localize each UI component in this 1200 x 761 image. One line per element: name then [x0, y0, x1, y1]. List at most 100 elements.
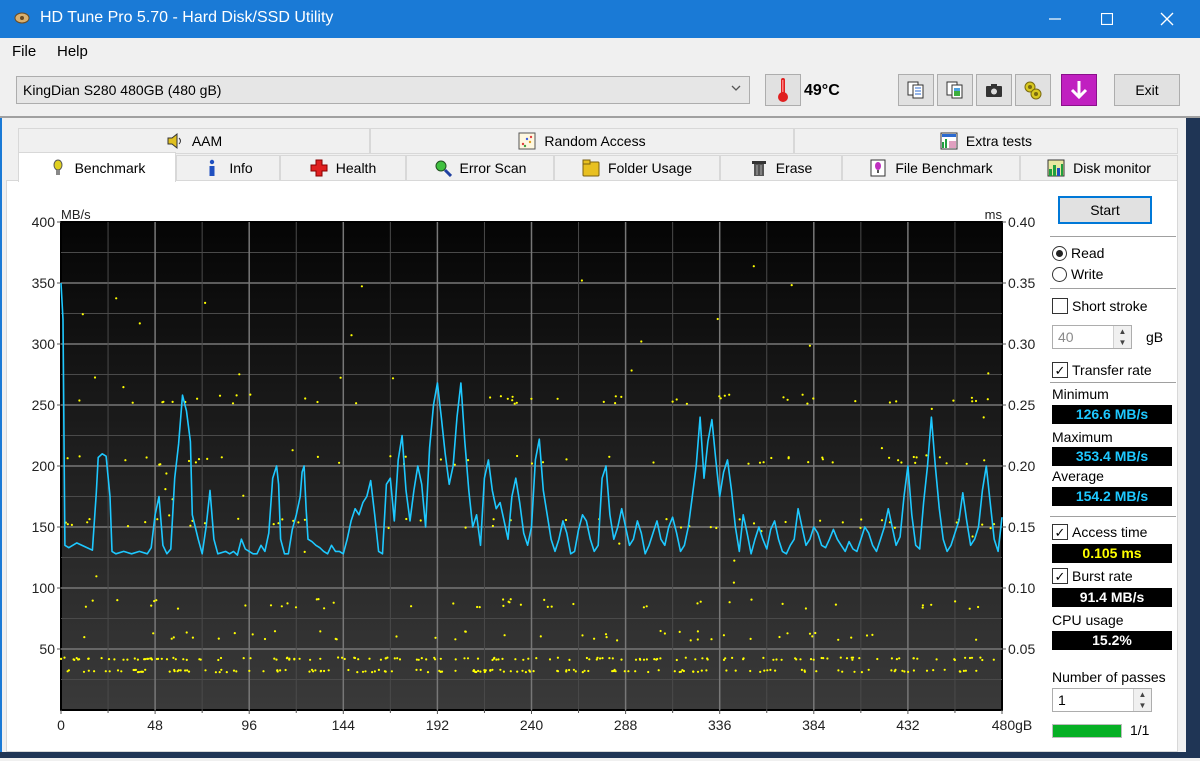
access-time-point: [145, 456, 148, 459]
access-time-point: [954, 600, 957, 603]
menu-help[interactable]: Help: [57, 43, 88, 60]
download-arrow-icon: [1070, 81, 1088, 100]
access-time-point: [303, 550, 306, 553]
minimum-value: 126.6 MB/s: [1052, 405, 1172, 424]
access-time-checkbox[interactable]: ✓ Access time: [1052, 524, 1147, 540]
access-time-point: [171, 400, 174, 403]
access-time-point: [280, 605, 283, 608]
access-time-point: [890, 669, 893, 672]
access-time-point: [323, 669, 326, 673]
access-time-point: [304, 397, 307, 400]
access-time-point: [604, 633, 608, 636]
access-time-point: [930, 603, 933, 606]
y2-tick-label: 0.35: [1008, 275, 1035, 291]
access-time-point: [675, 658, 678, 662]
access-time-point: [968, 656, 972, 660]
access-time-point: [775, 658, 778, 661]
write-radio[interactable]: Write: [1052, 266, 1103, 282]
access-time-point: [276, 669, 279, 672]
spin-arrows[interactable]: ▲ ▼: [1133, 689, 1151, 711]
access-time-point: [91, 599, 94, 602]
access-time-point: [809, 658, 813, 661]
access-time-point: [238, 373, 241, 376]
menu-file[interactable]: File: [12, 43, 36, 60]
access-time-point: [433, 656, 436, 659]
short-stroke-checkbox[interactable]: Short stroke: [1052, 298, 1147, 314]
drive-select[interactable]: KingDian S280 480GB (480 gB): [16, 76, 750, 104]
copy-text-button[interactable]: [898, 74, 934, 106]
minimize-button[interactable]: [1026, 0, 1084, 38]
drive-select-value: KingDian S280 480GB (480 gB): [23, 82, 222, 98]
access-time-point: [341, 656, 344, 659]
access-time-point: [323, 607, 326, 610]
access-time-point: [679, 526, 683, 529]
access-time-point: [705, 669, 708, 672]
access-time-point: [355, 402, 358, 405]
options-button[interactable]: [1015, 74, 1051, 106]
access-time-point: [645, 605, 648, 608]
y2-tick-label: 0.15: [1008, 519, 1035, 535]
save-button[interactable]: [1061, 74, 1097, 106]
access-time-point: [815, 670, 818, 673]
access-time-point: [502, 670, 505, 673]
screenshot-button[interactable]: [976, 74, 1012, 106]
thermometer-icon: [778, 78, 788, 102]
exit-button[interactable]: Exit: [1114, 74, 1180, 106]
short-stroke-size-input[interactable]: 40 ▲ ▼: [1052, 325, 1132, 349]
tab-disk-monitor[interactable]: Disk monitor: [1020, 155, 1178, 181]
chevron-down-icon: [731, 85, 741, 91]
tab-health[interactable]: Health: [280, 155, 406, 181]
access-time-point: [938, 456, 942, 459]
access-time-point: [251, 633, 254, 636]
read-radio[interactable]: Read: [1052, 245, 1104, 261]
spin-arrows[interactable]: ▲ ▼: [1113, 326, 1131, 348]
transfer-rate-checkbox[interactable]: ✓ Transfer rate: [1052, 362, 1152, 378]
radio-unselected: [1052, 266, 1067, 282]
access-time-point: [530, 397, 533, 400]
divider: [1050, 516, 1176, 517]
access-time-point: [912, 669, 916, 672]
access-time-point: [136, 658, 139, 661]
temperature-readout: 49°C: [804, 82, 840, 99]
access-time-point: [122, 386, 125, 389]
tab-info[interactable]: Info: [176, 155, 280, 181]
access-time-point: [249, 393, 252, 396]
access-time-point: [172, 656, 175, 659]
access-time-point: [479, 670, 482, 673]
access-time-point: [78, 399, 81, 402]
access-time-point: [144, 658, 147, 661]
access-time-point: [618, 542, 621, 545]
tab-erase[interactable]: Erase: [720, 155, 842, 181]
tab-file-benchmark[interactable]: File Benchmark: [842, 155, 1020, 181]
access-time-point: [975, 638, 978, 641]
tab-aam[interactable]: AAM: [18, 128, 370, 154]
access-time-point: [491, 668, 494, 671]
copy-screenshot-button[interactable]: [937, 74, 973, 106]
passes-input[interactable]: 1 ▲ ▼: [1052, 688, 1152, 712]
access-time-point: [747, 462, 750, 465]
tab-error-scan[interactable]: Error Scan: [406, 155, 554, 181]
tab-random-access[interactable]: Random Access: [370, 128, 794, 154]
access-time-point: [614, 395, 617, 398]
tab-extra-tests[interactable]: Extra tests: [794, 128, 1178, 154]
burst-rate-checkbox[interactable]: ✓ Burst rate: [1052, 568, 1133, 584]
access-time-point: [172, 636, 175, 639]
y-tick-label: 50: [39, 641, 55, 657]
close-button[interactable]: [1138, 0, 1196, 38]
access-time-point: [393, 657, 396, 660]
access-time-point: [168, 514, 171, 517]
maximize-button[interactable]: [1078, 0, 1136, 38]
tab-folder-usage[interactable]: Folder Usage: [554, 155, 720, 181]
y-tick-label: 400: [32, 214, 56, 230]
access-time-point: [808, 632, 812, 635]
access-time-point: [550, 605, 553, 608]
access-time-point: [87, 657, 90, 660]
access-time-point: [614, 402, 617, 405]
temperature-button[interactable]: [765, 74, 801, 106]
access-time-point: [770, 456, 773, 460]
access-time-point: [733, 559, 736, 562]
start-button[interactable]: Start: [1058, 196, 1152, 224]
maximum-value: 353.4 MB/s: [1052, 447, 1172, 466]
tab-benchmark[interactable]: Benchmark: [18, 152, 176, 182]
y2-tick-label: 0.20: [1008, 458, 1035, 474]
